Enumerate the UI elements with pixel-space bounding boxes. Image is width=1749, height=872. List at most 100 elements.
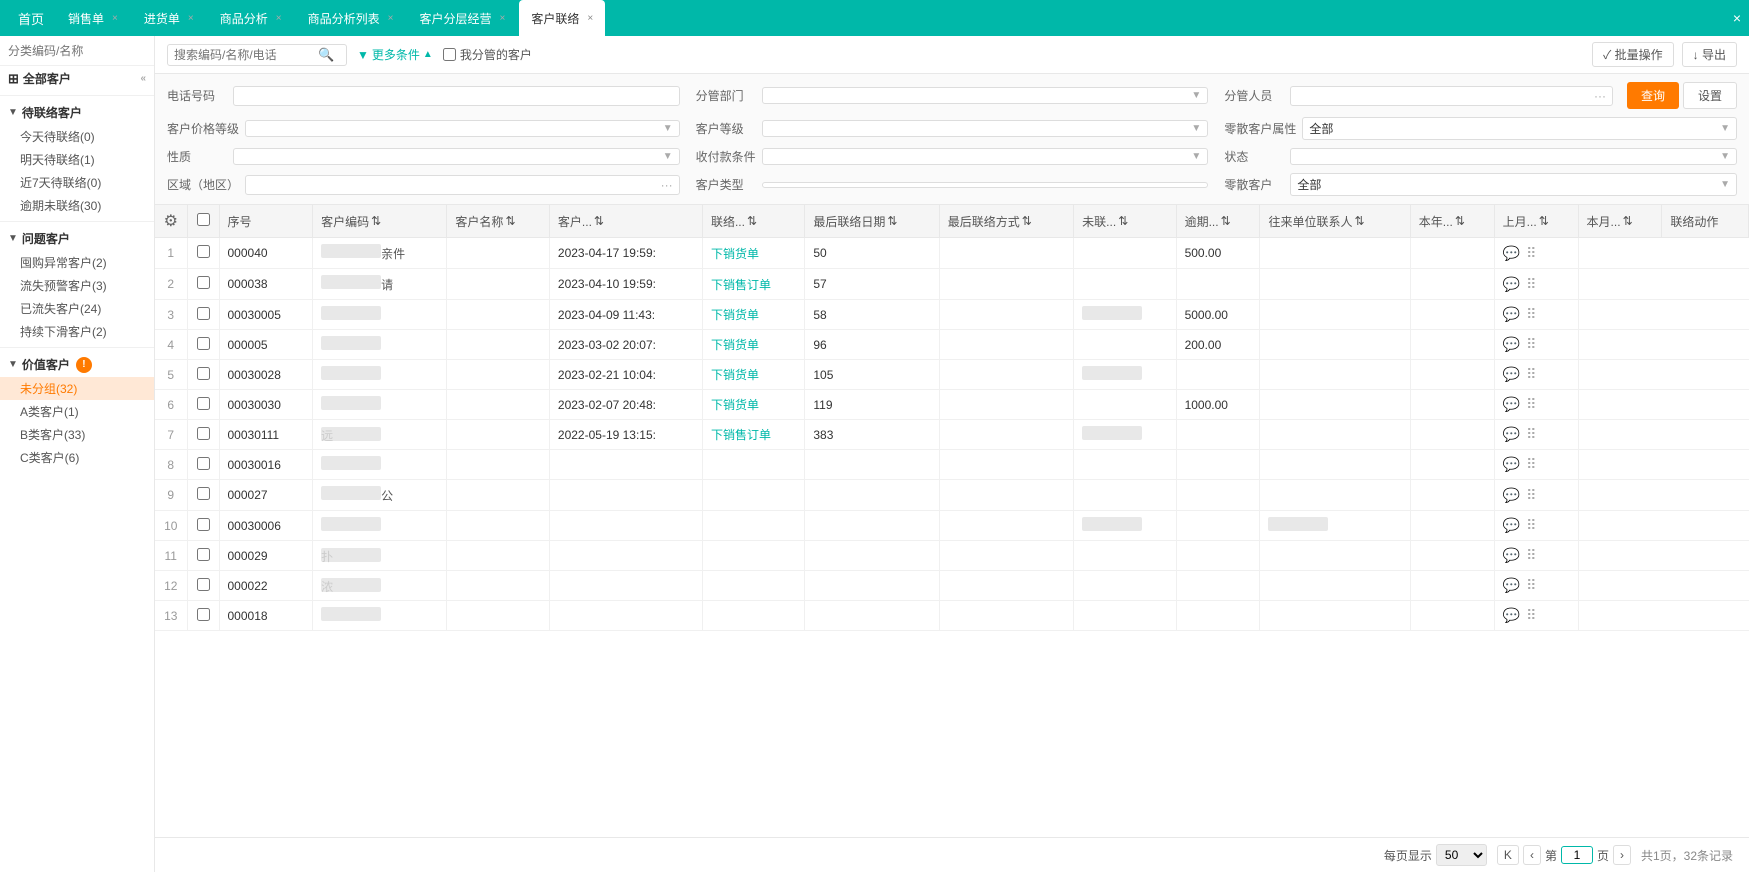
last-method-link[interactable]: 下销货单 [711,308,759,322]
last-method-link[interactable]: 下销售订单 [711,428,771,442]
all-customers-item[interactable]: ⊞ 全部客户 « [0,66,154,91]
col-customer-code[interactable]: 客户编码 ⇅ [313,205,447,238]
contact-action-icon[interactable]: 💬 [1503,487,1520,504]
row-checkbox[interactable] [197,245,210,258]
my-customers-filter[interactable]: 我分管的客户 [443,46,532,63]
filter-search-icon[interactable]: 🔍 [318,47,334,63]
more-action-icon[interactable]: ⠿ [1526,577,1536,594]
manager-select[interactable]: ··· [1290,86,1613,106]
row-checkbox[interactable] [197,307,210,320]
settings-icon[interactable]: ⚙ [164,213,178,230]
col-contact[interactable]: 联络... ⇅ [702,205,804,238]
manager-more-icon[interactable]: ··· [1594,89,1606,103]
sidebar-item-b-class[interactable]: B类客户(33) [0,423,154,446]
row-checkbox[interactable] [197,608,210,621]
sidebar-item-week-pending[interactable]: 近7天待联络(0) [0,171,154,194]
row-checkbox[interactable] [197,578,210,591]
close-customer-segment-tab[interactable]: × [499,13,505,24]
close-all-button[interactable]: × [1733,10,1741,26]
col-this-year[interactable]: 本年... ⇅ [1410,205,1494,238]
row-checkbox[interactable] [197,487,210,500]
row-checkbox[interactable] [197,337,210,350]
contact-action-icon[interactable]: 💬 [1503,607,1520,624]
col-this-month[interactable]: 本月... ⇅ [1578,205,1662,238]
row-checkbox[interactable] [197,427,210,440]
batch-operations-button[interactable]: ✓ 批量操作 [1592,42,1674,67]
customer-level-select[interactable]: ▼ [762,120,1209,137]
row-checkbox[interactable] [197,276,210,289]
more-action-icon[interactable]: ⠿ [1526,396,1536,413]
page-size-select[interactable]: 50 100 200 [1436,844,1487,866]
sidebar-item-churned[interactable]: 已流失客户(24) [0,297,154,320]
row-checkbox[interactable] [197,548,210,561]
tab-sales[interactable]: 销售单 × [56,0,130,36]
col-customer-type[interactable]: 客户... ⇅ [549,205,702,238]
home-tab[interactable]: 首页 [8,5,54,32]
query-button[interactable]: 查询 [1627,82,1679,109]
col-counterpart[interactable]: 往来单位联系人 ⇅ [1260,205,1410,238]
contact-action-icon[interactable]: 💬 [1503,547,1520,564]
col-last-month[interactable]: 上月... ⇅ [1494,205,1578,238]
filter-search-input[interactable] [174,48,314,62]
nature-select[interactable]: ▼ [233,148,680,165]
sidebar-item-churn-warning[interactable]: 流失预警客户(3) [0,274,154,297]
customer-type-select[interactable] [762,182,1209,188]
more-action-icon[interactable]: ⠿ [1526,547,1536,564]
more-action-icon[interactable]: ⠿ [1526,456,1536,473]
more-action-icon[interactable]: ⠿ [1526,336,1536,353]
contact-action-icon[interactable]: 💬 [1503,426,1520,443]
contact-action-icon[interactable]: 💬 [1503,577,1520,594]
last-method-link[interactable]: 下销货单 [711,247,759,261]
prev-page-button[interactable]: ‹ [1523,845,1541,865]
export-button[interactable]: ↓ 导出 [1682,42,1737,67]
col-last-method[interactable]: 最后联络方式 ⇅ [939,205,1073,238]
row-checkbox[interactable] [197,518,210,531]
more-action-icon[interactable]: ⠿ [1526,366,1536,383]
col-checkbox[interactable] [187,205,219,238]
close-sales-tab[interactable]: × [112,13,118,24]
last-method-link[interactable]: 下销货单 [711,338,759,352]
row-checkbox[interactable] [197,367,210,380]
more-action-icon[interactable]: ⠿ [1526,306,1536,323]
more-action-icon[interactable]: ⠿ [1526,487,1536,504]
phone-input[interactable] [233,86,680,106]
row-checkbox[interactable] [197,457,210,470]
reset-button[interactable]: 设置 [1683,82,1737,109]
my-customers-checkbox[interactable] [443,48,456,61]
more-action-icon[interactable]: ⠿ [1526,426,1536,443]
sidebar-item-c-class[interactable]: C类客户(6) [0,446,154,469]
collapse-icon[interactable]: « [140,73,146,84]
tab-customer-segment[interactable]: 客户分层经营 × [407,0,517,36]
sidebar-item-today-pending[interactable]: 今天待联络(0) [0,125,154,148]
value-group-label[interactable]: ▼ 价值客户 ! [0,352,154,377]
close-purchase-tab[interactable]: × [188,13,194,24]
sidebar-item-declining[interactable]: 持续下滑客户(2) [0,320,154,343]
contact-action-icon[interactable]: 💬 [1503,336,1520,353]
contact-action-icon[interactable]: 💬 [1503,306,1520,323]
pending-group-label[interactable]: ▼ 待联络客户 [0,100,154,125]
col-overdue[interactable]: 逾期... ⇅ [1176,205,1260,238]
col-last-date[interactable]: 最后联络日期 ⇅ [805,205,939,238]
close-product-analysis-tab[interactable]: × [276,13,282,24]
tab-product-analysis[interactable]: 商品分析 × [208,0,294,36]
close-customer-contact-tab[interactable]: × [587,13,593,24]
status-select[interactable]: ▼ [1290,148,1737,165]
more-action-icon[interactable]: ⠿ [1526,607,1536,624]
page-number-input[interactable] [1561,846,1593,864]
last-method-link[interactable]: 下销货单 [711,368,759,382]
close-product-list-tab[interactable]: × [388,13,394,24]
dept-select[interactable]: ▼ [762,87,1209,104]
contact-action-icon[interactable]: 💬 [1503,396,1520,413]
sidebar-item-a-class[interactable]: A类客户(1) [0,400,154,423]
region-more-icon[interactable]: ··· [661,178,673,192]
sidebar-item-ungrouped[interactable]: 未分组(32) [0,377,154,400]
price-level-select[interactable]: ▼ [245,120,680,137]
sidebar-item-stockpile-abnormal[interactable]: 囤购异常客户(2) [0,251,154,274]
sidebar-search-input[interactable] [8,44,155,58]
tab-product-list[interactable]: 商品分析列表 × [296,0,406,36]
select-all-checkbox[interactable] [197,213,210,226]
sidebar-item-overdue-pending[interactable]: 逾期未联络(30) [0,194,154,217]
contact-action-icon[interactable]: 💬 [1503,456,1520,473]
first-page-button[interactable]: K [1497,845,1519,865]
last-method-link[interactable]: 下销售订单 [711,278,771,292]
